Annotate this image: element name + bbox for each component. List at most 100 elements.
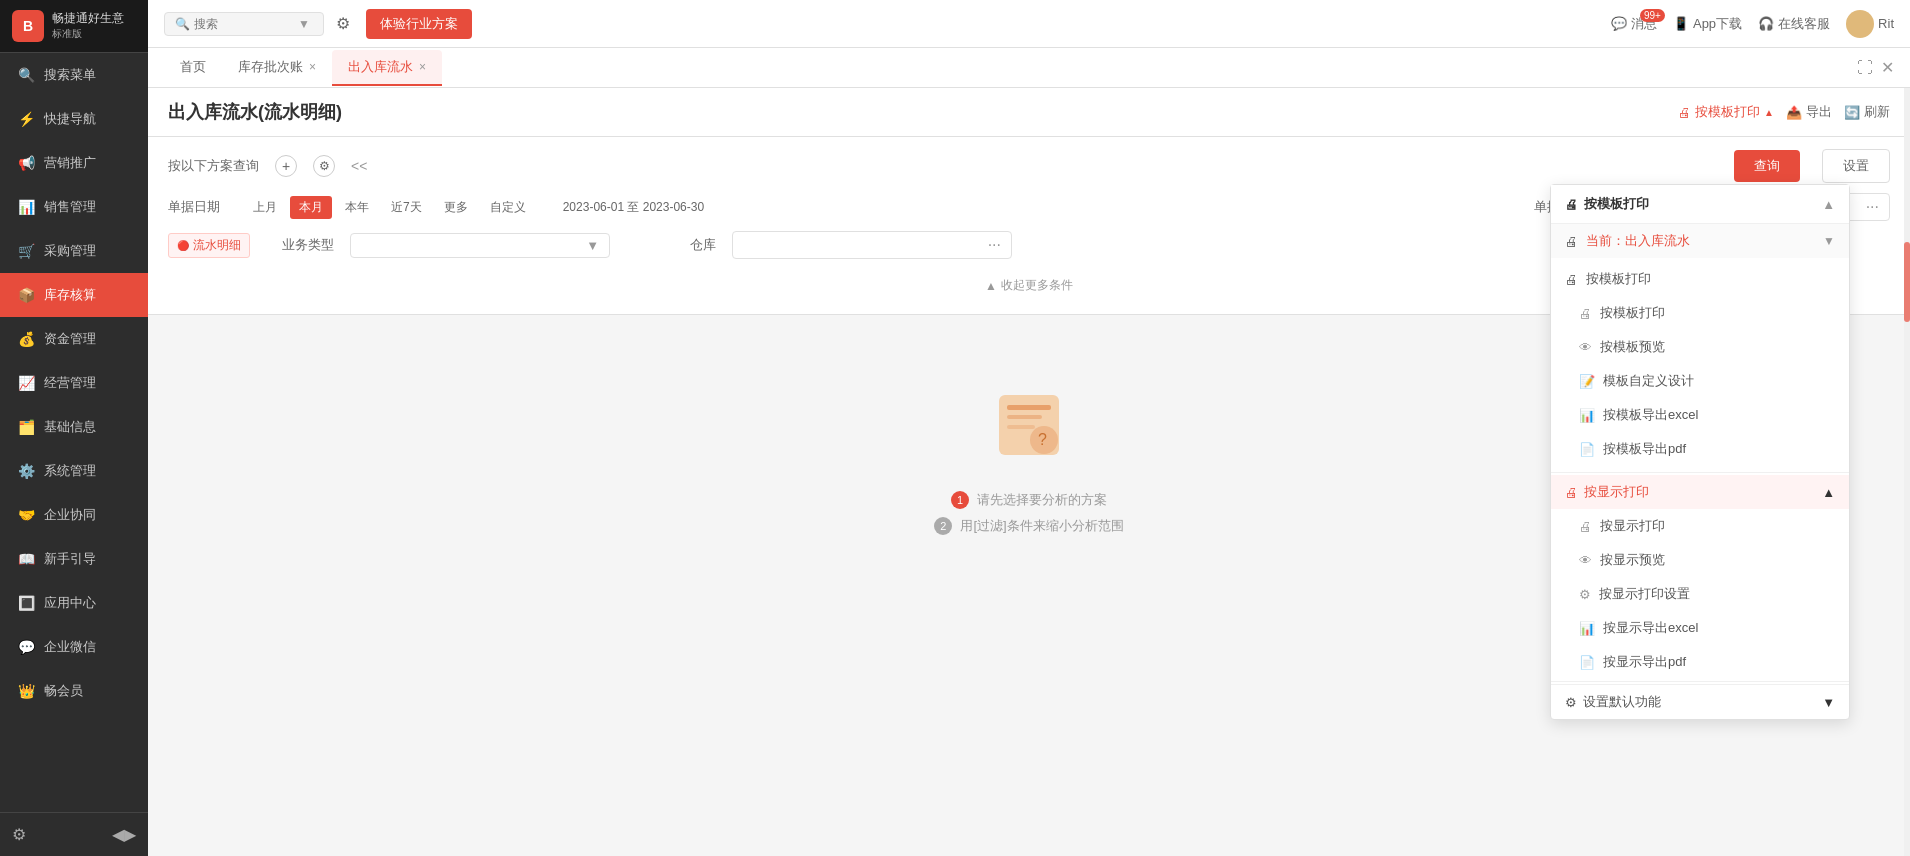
tab-in-out-flow-close[interactable]: ×	[419, 60, 426, 74]
sidebar-item-base[interactable]: 🗂️ 基础信息	[0, 405, 148, 449]
sidebar-item-wechat[interactable]: 💬 企业微信	[0, 625, 148, 669]
sidebar-item-inventory[interactable]: 📦 库存核算	[0, 273, 148, 317]
custom-icon: 📝	[1579, 374, 1595, 389]
refresh-button[interactable]: 🔄 刷新	[1844, 103, 1890, 121]
topbar-gear-icon[interactable]: ⚙	[336, 14, 350, 33]
empty-step-2: 2 用[过滤]条件来缩小分析范围	[934, 517, 1123, 535]
filter-add-button[interactable]: +	[275, 155, 297, 177]
date-btn-custom[interactable]: 自定义	[481, 196, 535, 219]
settings-button[interactable]: 设置	[1822, 149, 1890, 183]
sidebar-item-search[interactable]: 🔍 搜索菜单	[0, 53, 148, 97]
voucher-type-more-icon[interactable]: ···	[1866, 198, 1879, 216]
tab-home[interactable]: 首页	[164, 50, 222, 86]
topbar-search-input[interactable]	[194, 17, 294, 31]
sidebar-item-label: 系统管理	[44, 462, 96, 480]
date-btn-this-year[interactable]: 本年	[336, 196, 378, 219]
biz-type-select[interactable]: ▼	[350, 233, 610, 258]
sidebar-item-marketing[interactable]: 📢 营销推广	[0, 141, 148, 185]
tab-expand-icon[interactable]: ⛶	[1857, 59, 1877, 77]
display-pdf-icon: 📄	[1579, 655, 1595, 670]
sidebar-nav: 🔍 搜索菜单 ⚡ 快捷导航 📢 营销推广 📊 销售管理 🛒 采购管理 📦 库存核…	[0, 53, 148, 812]
dropdown-template-print[interactable]: 🖨 按模板打印	[1551, 296, 1849, 330]
dropdown-display-print[interactable]: 🖨 按显示打印	[1551, 509, 1849, 543]
topbar-dropdown-icon[interactable]: ▼	[298, 17, 310, 31]
dropdown-template-preview[interactable]: 👁 按模板预览	[1551, 330, 1849, 364]
dropdown-display-export-excel[interactable]: 📊 按显示导出excel	[1551, 611, 1849, 645]
marketing-icon: 📢	[16, 153, 36, 173]
user-avatar-area[interactable]: Rit	[1846, 10, 1894, 38]
dropdown-template-custom[interactable]: 📝 模板自定义设计	[1551, 364, 1849, 398]
display-section-collapse-icon: ▲	[1822, 485, 1835, 500]
warehouse-label: 仓库	[690, 236, 716, 254]
app-download-button[interactable]: 📱 App下载	[1673, 15, 1742, 33]
dropdown-template-export-pdf[interactable]: 📄 按模板导出pdf	[1551, 432, 1849, 466]
sidebar-item-operations[interactable]: 📈 经营管理	[0, 361, 148, 405]
sidebar-item-corp[interactable]: 🤝 企业协同	[0, 493, 148, 537]
inventory-icon: 📦	[16, 285, 36, 305]
collapse-icon[interactable]: ◀▶	[112, 825, 136, 844]
filter-tag-flow: 🔴 流水明细	[168, 233, 250, 258]
search-icon: 🔍	[16, 65, 36, 85]
tab-close-all-icon[interactable]: ✕	[1881, 58, 1894, 77]
dropdown-display-export-pdf-label: 按显示导出pdf	[1603, 653, 1686, 671]
display-section-icon: 🖨	[1565, 485, 1578, 500]
lightning-icon: ⚡	[16, 109, 36, 129]
dropdown-display-print-settings[interactable]: ⚙ 按显示打印设置	[1551, 577, 1849, 611]
sidebar-item-appcenter[interactable]: 🔳 应用中心	[0, 581, 148, 625]
sidebar-item-label: 搜索菜单	[44, 66, 96, 84]
display-section-label: 按显示打印	[1584, 483, 1649, 501]
export-button[interactable]: 📤 导出	[1786, 103, 1832, 121]
message-badge: 99+	[1640, 9, 1665, 22]
right-scrollbar[interactable]	[1904, 88, 1910, 856]
sidebar-item-guide[interactable]: 📖 新手引导	[0, 537, 148, 581]
date-btn-more[interactable]: 更多	[435, 196, 477, 219]
print-template-button[interactable]: 🖨 按模板打印 ▲	[1678, 103, 1774, 121]
settings-bottom-icon[interactable]: ⚙	[12, 825, 26, 844]
logo-area: B 畅捷通好生意 标准版	[0, 0, 148, 53]
logo-icon: B	[12, 10, 44, 42]
warehouse-select[interactable]: ···	[732, 231, 1012, 259]
trial-button[interactable]: 体验行业方案	[366, 9, 472, 39]
dropdown-display-print-label: 按显示打印	[1600, 517, 1665, 535]
dropdown-template-export-excel[interactable]: 📊 按模板导出excel	[1551, 398, 1849, 432]
print-icon: 🖨	[1678, 105, 1691, 120]
page-actions: 🖨 按模板打印 ▲ 📤 导出 🔄 刷新	[1678, 103, 1890, 121]
tab-in-out-flow[interactable]: 出入库流水 ×	[332, 50, 442, 86]
sidebar-item-member[interactable]: 👑 畅会员	[0, 669, 148, 713]
sidebar-item-system[interactable]: ⚙️ 系统管理	[0, 449, 148, 493]
tag-label: 流水明细	[193, 237, 241, 254]
date-label: 单据日期	[168, 198, 228, 216]
online-service-button[interactable]: 🎧 在线客服	[1758, 15, 1830, 33]
online-service-label: 在线客服	[1778, 15, 1830, 33]
filter-settings-button[interactable]: ⚙	[313, 155, 335, 177]
sidebar-item-label: 销售管理	[44, 198, 96, 216]
date-btn-last-month[interactable]: 上月	[244, 196, 286, 219]
filter-collapse-icon[interactable]: <<	[351, 158, 367, 174]
logo-sub: 标准版	[52, 27, 124, 41]
dropdown-template-print-item[interactable]: 🖨 按模板打印	[1551, 262, 1849, 296]
sidebar-item-finance[interactable]: 💰 资金管理	[0, 317, 148, 361]
tab-batch-account-close[interactable]: ×	[309, 60, 316, 74]
dropdown-panel: 🖨 按模板打印 ▲ 🖨 当前：出入库流水 ▼ 🖨 按模板打印 🖨 按	[1550, 184, 1850, 720]
topbar-search-box[interactable]: 🔍 ▼	[164, 12, 324, 36]
dropdown-display-export-excel-label: 按显示导出excel	[1603, 619, 1698, 637]
refresh-icon: 🔄	[1844, 105, 1860, 120]
dropdown-footer[interactable]: ⚙ 设置默认功能 ▼	[1551, 684, 1849, 719]
biz-type-dropdown-icon[interactable]: ▼	[586, 238, 599, 253]
export-icon: 📤	[1786, 105, 1802, 120]
warehouse-more-icon[interactable]: ···	[988, 236, 1001, 254]
dropdown-section-display-header[interactable]: 🖨 按显示打印 ▲	[1551, 475, 1849, 509]
sidebar-item-purchase[interactable]: 🛒 采购管理	[0, 229, 148, 273]
date-btn-last-7days[interactable]: 近7天	[382, 196, 431, 219]
message-button[interactable]: 💬 消息 99+	[1611, 15, 1657, 33]
topbar-right-actions: 💬 消息 99+ 📱 App下载 🎧 在线客服 Rit	[1611, 10, 1894, 38]
sidebar-item-sales[interactable]: 📊 销售管理	[0, 185, 148, 229]
dropdown-display-export-pdf[interactable]: 📄 按显示导出pdf	[1551, 645, 1849, 679]
dropdown-display-preview[interactable]: 👁 按显示预览	[1551, 543, 1849, 577]
sidebar-item-quick-nav[interactable]: ⚡ 快捷导航	[0, 97, 148, 141]
query-button[interactable]: 查询	[1734, 150, 1800, 182]
dropdown-current-item[interactable]: 🖨 当前：出入库流水 ▼	[1551, 224, 1849, 258]
dropdown-collapse-icon[interactable]: ▲	[1822, 197, 1835, 212]
date-btn-this-month[interactable]: 本月	[290, 196, 332, 219]
tab-batch-account[interactable]: 库存批次账 ×	[222, 50, 332, 86]
